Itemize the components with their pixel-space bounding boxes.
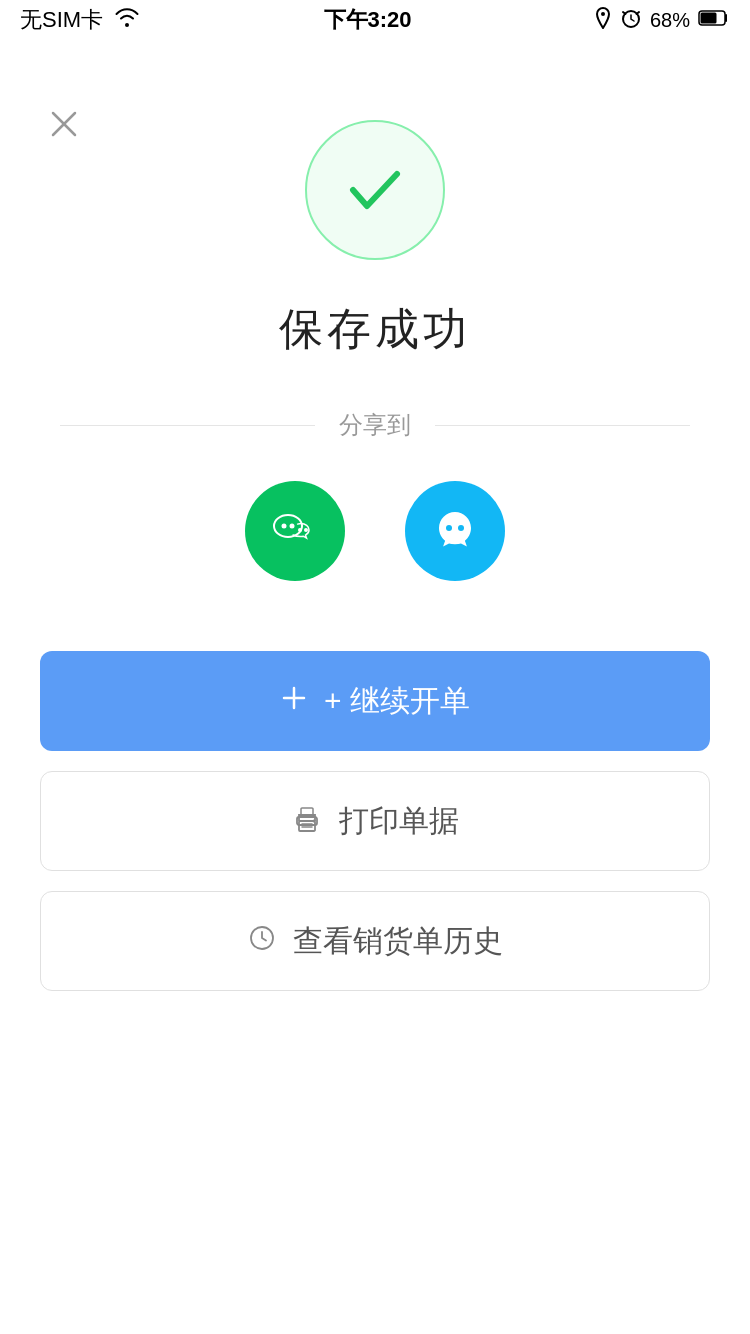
svg-point-6: [274, 515, 302, 537]
svg-point-7: [282, 524, 287, 529]
svg-rect-16: [301, 808, 313, 815]
continue-label: + 继续开单: [324, 681, 470, 722]
battery-percent: 68%: [650, 9, 690, 32]
action-buttons: + 继续开单 打印单据: [0, 651, 750, 991]
printer-icon: [291, 803, 323, 840]
success-title: 保存成功: [279, 300, 471, 359]
svg-point-9: [298, 528, 302, 532]
qq-share-button[interactable]: [405, 481, 505, 581]
history-icon: [247, 923, 277, 960]
share-icons: [245, 481, 505, 581]
svg-point-8: [290, 524, 295, 529]
status-left: 无SIM卡: [20, 5, 141, 35]
share-divider: 分享到: [0, 409, 750, 441]
svg-point-20: [313, 819, 316, 822]
continue-button[interactable]: + 继续开单: [40, 651, 710, 751]
wechat-share-button[interactable]: [245, 481, 345, 581]
alarm-icon: [620, 7, 642, 34]
print-label: 打印单据: [339, 801, 459, 842]
success-icon-circle: [305, 120, 445, 260]
divider-line-left: [60, 425, 315, 426]
main-content: 保存成功 分享到: [0, 40, 750, 1334]
svg-point-12: [458, 525, 464, 531]
close-button[interactable]: [40, 100, 88, 148]
history-button[interactable]: 查看销货单历史: [40, 891, 710, 991]
status-bar: 无SIM卡 下午3:20 68%: [0, 0, 750, 40]
svg-point-10: [304, 528, 308, 532]
carrier-text: 无SIM卡: [20, 5, 103, 35]
wifi-icon: [113, 7, 141, 33]
divider-line-right: [435, 425, 690, 426]
svg-point-11: [446, 525, 452, 531]
status-time: 下午3:20: [324, 5, 412, 35]
svg-rect-15: [299, 821, 315, 831]
print-button[interactable]: 打印单据: [40, 771, 710, 871]
plus-icon: [280, 684, 308, 719]
svg-rect-3: [700, 12, 716, 23]
history-label: 查看销货单历史: [293, 921, 503, 962]
svg-point-0: [601, 12, 605, 16]
status-right: 68%: [594, 7, 730, 34]
share-label: 分享到: [315, 409, 435, 441]
battery-icon: [698, 9, 730, 32]
location-icon: [594, 7, 612, 34]
